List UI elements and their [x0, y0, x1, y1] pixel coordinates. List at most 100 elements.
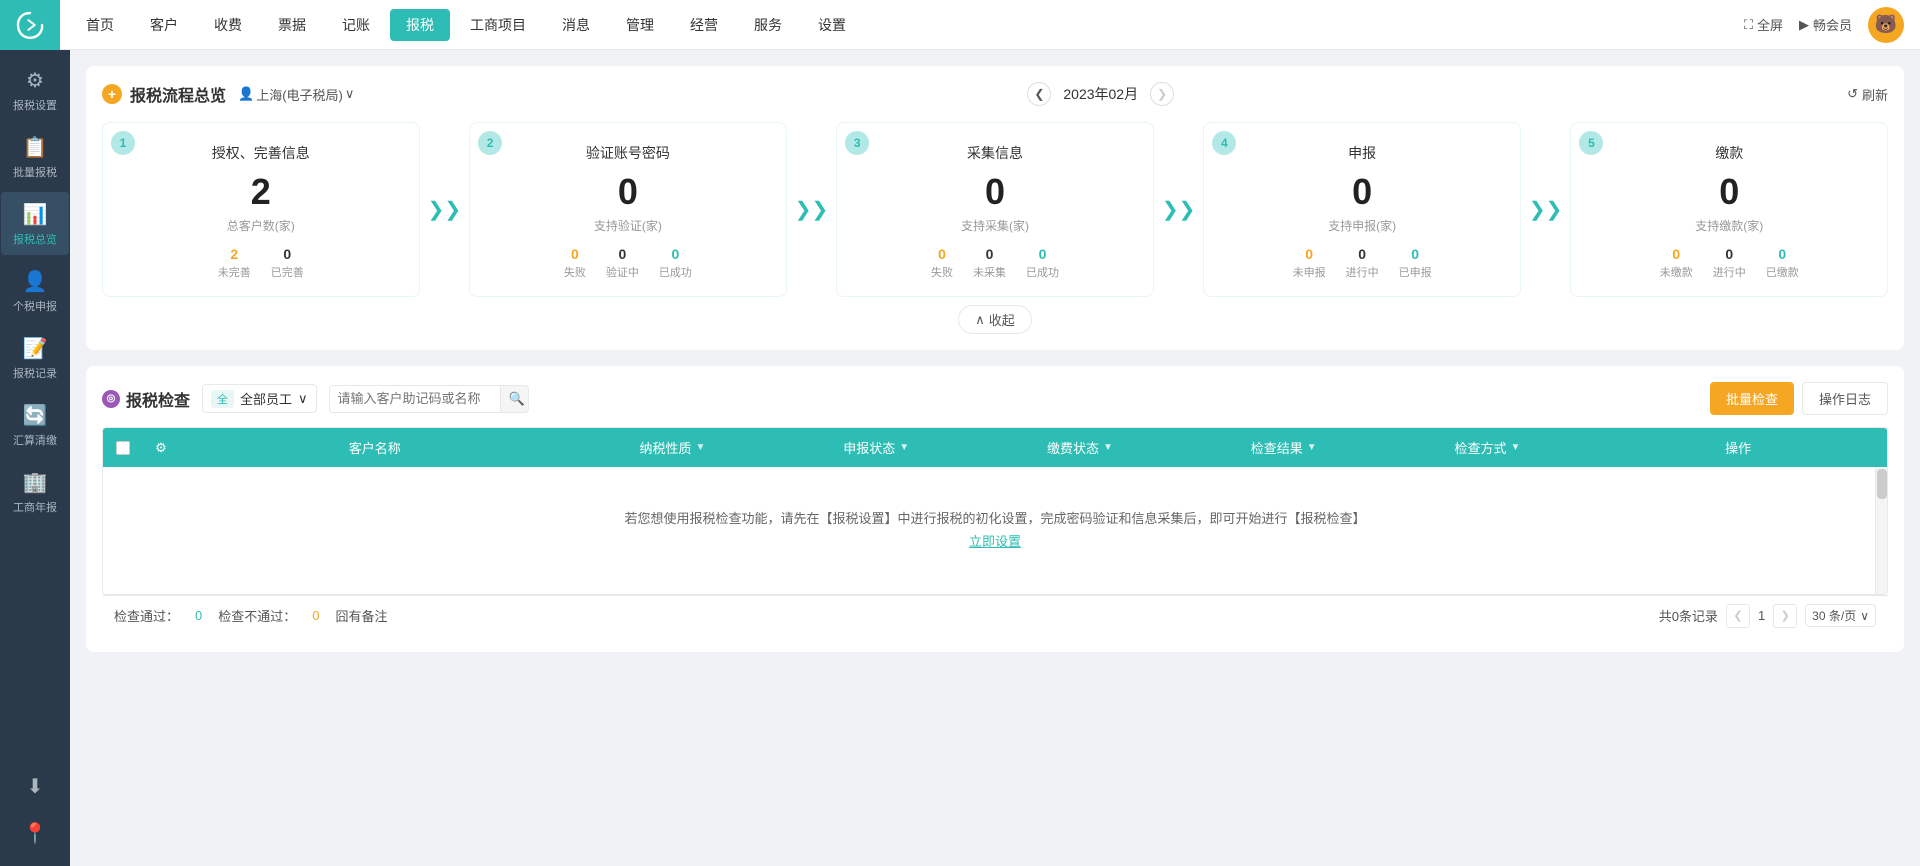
th-customer-name: 客户名称 — [179, 428, 571, 467]
step-stat-5-0: 0 未缴款 — [1660, 246, 1693, 280]
nav-tax[interactable]: 报税 — [390, 9, 450, 41]
sidebar-location[interactable]: 📍 — [1, 811, 69, 854]
nav-service[interactable]: 服务 — [738, 9, 798, 41]
sidebar-item-tax-settings[interactable]: ⚙ 报税设置 — [1, 58, 69, 121]
stat-val: 2 — [230, 246, 238, 262]
collapse-button[interactable]: ∧ 收起 — [958, 305, 1032, 334]
step-arrow-3: ❯❯ — [1154, 122, 1204, 297]
sidebar-item-annual-report[interactable]: 🏢 工商年报 — [1, 460, 69, 523]
overview-icon: 📊 — [23, 202, 48, 227]
filter-icon[interactable]: ▼ — [1511, 442, 1521, 453]
nav-operation[interactable]: 经营 — [674, 9, 734, 41]
stat-lbl: 进行中 — [1713, 264, 1746, 280]
fullscreen-button[interactable]: ⛶ 全屏 — [1744, 15, 1783, 34]
current-page: 1 — [1758, 608, 1765, 623]
sidebar-download[interactable]: ⬇ — [1, 764, 69, 807]
collapse-bar: ∧ 收起 — [102, 305, 1888, 334]
filter-icon[interactable]: ▼ — [695, 442, 705, 453]
step-subtitle-1: 总客户数(家) — [119, 217, 403, 234]
step-stats-2: 0 失败 0 验证中 0 已成功 — [486, 246, 770, 280]
prev-month-button[interactable]: ❮ — [1027, 82, 1051, 106]
step-title-5: 缴款 — [1587, 143, 1871, 163]
next-month-button[interactable]: ❯ — [1150, 82, 1174, 106]
fullscreen-label: 全屏 — [1757, 15, 1783, 34]
nav-message[interactable]: 消息 — [546, 9, 606, 41]
steps-container: 1 授权、完善信息 2 总客户数(家) 2 未完善 0 已完善 — [102, 122, 1888, 297]
nav-invoice[interactable]: 票据 — [262, 9, 322, 41]
page-size-chevron: ∨ — [1860, 609, 1869, 623]
avatar[interactable]: 🐻 — [1868, 7, 1904, 43]
step-subtitle-4: 支持申报(家) — [1220, 217, 1504, 234]
main-content: + 报税流程总览 👤 上海(电子税局) ∨ ❮ 2023年02月 ❯ ↺ — [70, 50, 1920, 866]
search-button[interactable]: 🔍 — [500, 386, 529, 412]
nav-fee[interactable]: 收费 — [198, 9, 258, 41]
location-tag[interactable]: 👤 上海(电子税局) ∨ — [238, 85, 354, 104]
nav-manage[interactable]: 管理 — [610, 9, 670, 41]
step-num-2: 2 — [478, 131, 502, 155]
stat-lbl: 未缴款 — [1660, 264, 1693, 280]
step-title-3: 采集信息 — [853, 143, 1137, 163]
sidebar-label-annual-report: 工商年报 — [13, 499, 57, 515]
sidebar-item-personal-tax[interactable]: 👤 个税申报 — [1, 259, 69, 322]
annual-report-icon: 🏢 — [23, 470, 48, 495]
th-gear[interactable]: ⚙ — [143, 430, 179, 466]
setup-link[interactable]: 立即设置 — [969, 534, 1021, 549]
th-label: 纳税性质 — [639, 438, 691, 457]
sidebar-item-settlement[interactable]: 🔄 汇算清缴 — [1, 393, 69, 456]
next-page-button[interactable]: ❯ — [1773, 604, 1797, 628]
location-icon: 📍 — [23, 821, 48, 846]
tax-check-card: ◎ 报税检查 全 全部员工 ∨ 🔍 批量检查 操作日志 — [86, 366, 1904, 652]
step-subtitle-5: 支持缴款(家) — [1587, 217, 1871, 234]
refresh-button[interactable]: ↺ 刷新 — [1847, 85, 1888, 104]
nav-settings[interactable]: 设置 — [802, 9, 862, 41]
sidebar-label-tax-settings: 报税设置 — [13, 97, 57, 113]
month-navigator: ❮ 2023年02月 ❯ — [1027, 82, 1174, 106]
filter-icon[interactable]: ▼ — [1307, 442, 1317, 453]
scrollbar[interactable] — [1875, 467, 1887, 594]
note-label: 囧有备注 — [336, 606, 388, 625]
step-collect: 3 采集信息 0 支持采集(家) 0 失败 0 未采集 — [836, 122, 1154, 297]
employee-filter[interactable]: 全 全部员工 ∨ — [202, 384, 317, 413]
stat-lbl: 未采集 — [973, 264, 1006, 280]
check-table: ⚙ 客户名称 纳税性质 ▼ 申报状态 ▼ 缴费状态 ▼ — [102, 427, 1888, 595]
nav-home[interactable]: 首页 — [70, 9, 130, 41]
filter-icon[interactable]: ▼ — [899, 442, 909, 453]
th-declare-status: 申报状态 ▼ — [774, 428, 978, 467]
nav-right: ⛶ 全屏 ▶ 畅会员 🐻 — [1744, 7, 1904, 43]
sidebar-item-overview[interactable]: 📊 报税总览 — [1, 192, 69, 255]
filter-chevron-icon: ∨ — [298, 391, 308, 407]
first-page-button[interactable]: ❮ — [1726, 604, 1750, 628]
nav-customer[interactable]: 客户 — [134, 9, 194, 41]
nav-business[interactable]: 工商项目 — [454, 9, 542, 41]
th-checkbox[interactable] — [103, 431, 143, 465]
scroll-thumb[interactable] — [1877, 469, 1887, 499]
location-text: 上海(电子税局) — [256, 85, 343, 104]
sidebar-item-tax-records[interactable]: 📝 报税记录 — [1, 326, 69, 389]
batch-check-button[interactable]: 批量检查 — [1710, 382, 1794, 415]
sidebar-item-batch-tax[interactable]: 📋 批量报税 — [1, 125, 69, 188]
step-stat-2-2: 0 已成功 — [659, 246, 692, 280]
sidebar-label-settlement: 汇算清缴 — [13, 432, 57, 448]
personal-tax-icon: 👤 — [23, 269, 48, 294]
page-size-selector[interactable]: 30 条/页 ∨ — [1805, 604, 1876, 627]
vip-button[interactable]: ▶ 畅会员 — [1799, 15, 1852, 34]
logo — [0, 0, 60, 50]
search-input[interactable] — [330, 386, 500, 411]
step-stat-4-1: 0 进行中 — [1346, 246, 1379, 280]
step-stat-1-0: 2 未完善 — [218, 246, 251, 280]
main-layout: ⚙ 报税设置 📋 批量报税 📊 报税总览 👤 个税申报 📝 报税记录 🔄 汇算清… — [0, 50, 1920, 866]
sidebar-label-batch-tax: 批量报税 — [13, 164, 57, 180]
collapse-icon: ∧ — [975, 312, 985, 328]
search-wrap: 🔍 — [329, 385, 529, 413]
nav-items: 首页 客户 收费 票据 记账 报税 工商项目 消息 管理 经营 服务 设置 — [70, 9, 1744, 41]
nav-accounting[interactable]: 记账 — [326, 9, 386, 41]
fail-count[interactable]: 0 — [312, 608, 319, 623]
stat-lbl: 已缴款 — [1766, 264, 1799, 280]
step-stat-3-0: 0 失败 — [931, 246, 953, 280]
step-stat-2-0: 0 失败 — [564, 246, 586, 280]
operation-log-button[interactable]: 操作日志 — [1802, 382, 1888, 415]
pass-count[interactable]: 0 — [195, 608, 202, 623]
filter-icon[interactable]: ▼ — [1103, 442, 1113, 453]
header-checkbox[interactable] — [116, 441, 130, 455]
step-count-4: 0 — [1220, 171, 1504, 213]
